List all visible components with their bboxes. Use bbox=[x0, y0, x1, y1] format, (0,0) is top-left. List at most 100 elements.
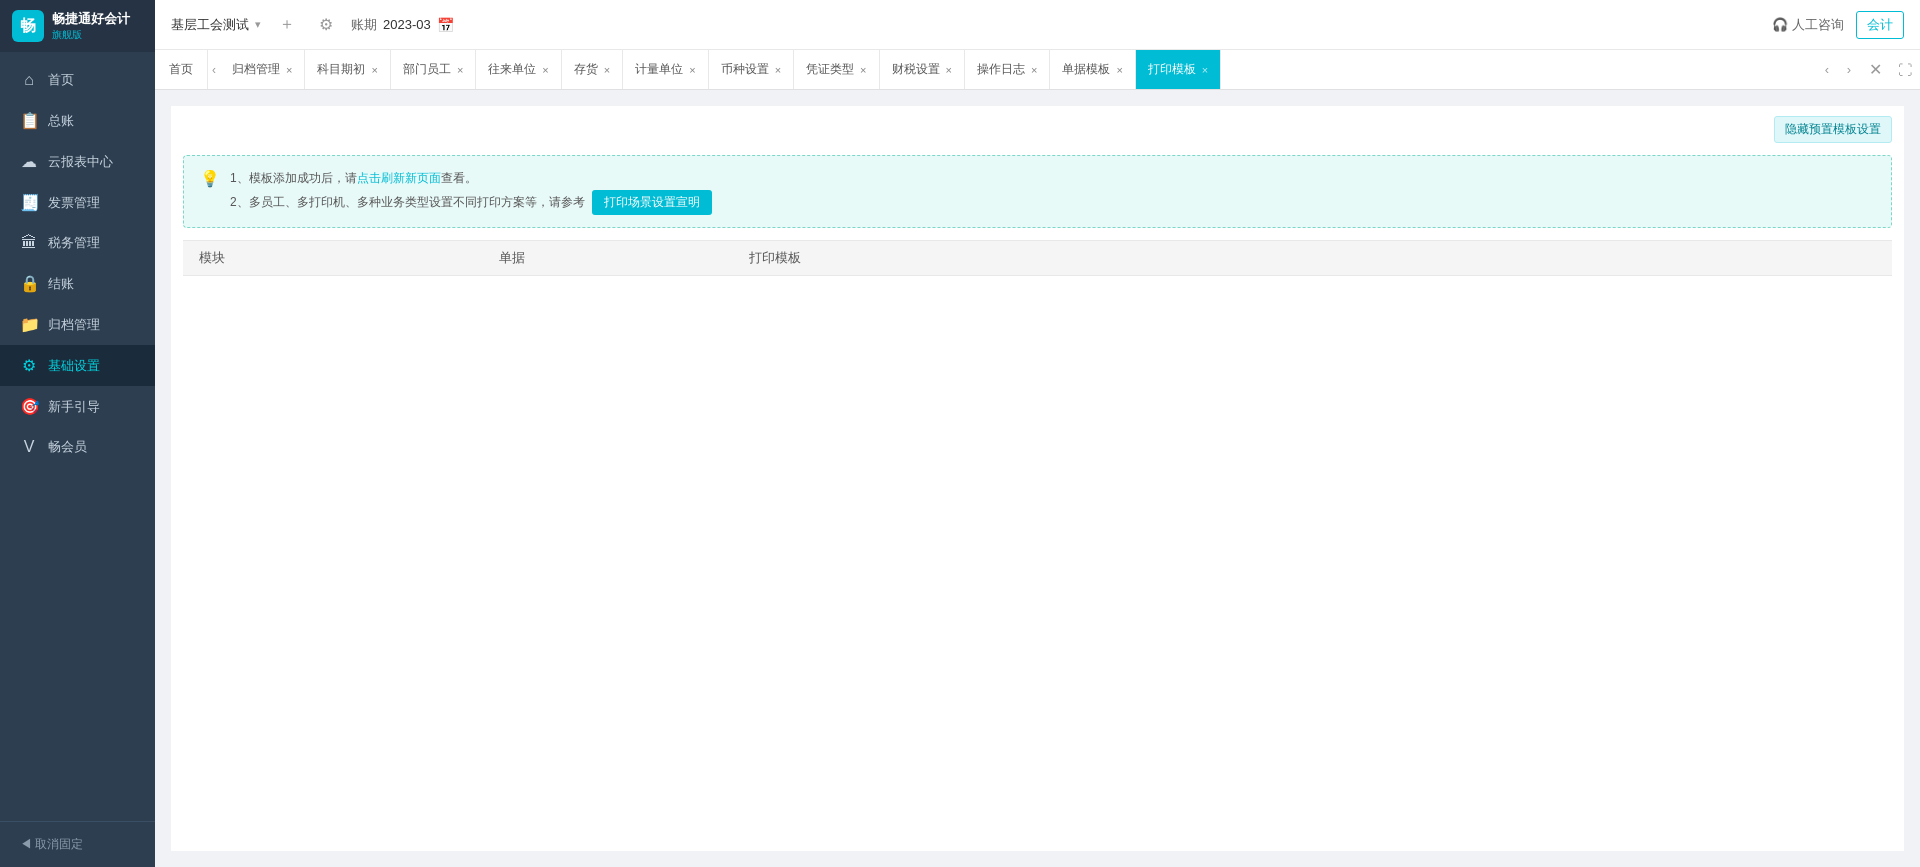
topbar-company[interactable]: 基层工会测试 ▾ bbox=[171, 16, 261, 34]
hide-template-button[interactable]: 隐藏预置模板设置 bbox=[1774, 116, 1892, 143]
sidebar-item-guide[interactable]: 🎯 新手引导 bbox=[0, 386, 155, 427]
tab-label: 科目期初 bbox=[317, 61, 365, 78]
tab-close-icon[interactable]: × bbox=[775, 64, 781, 76]
sidebar-footer-unpin[interactable]: ◀ 取消固定 bbox=[0, 821, 155, 867]
info-box: 💡 1、模板添加成功后，请点击刷新新页面查看。 2、多员工、多打印机、多种业务类… bbox=[183, 155, 1892, 228]
tab-label: 操作日志 bbox=[977, 61, 1025, 78]
tab-操作日志[interactable]: 操作日志 × bbox=[965, 50, 1050, 90]
table-col-document: 单据 bbox=[483, 249, 733, 267]
sidebar-label-member: 畅会员 bbox=[48, 438, 87, 456]
sidebar-item-reports[interactable]: ☁ 云报表中心 bbox=[0, 141, 155, 182]
info-line1-suffix: 查看。 bbox=[441, 171, 477, 185]
sidebar-label-archive: 归档管理 bbox=[48, 316, 100, 334]
calendar-icon[interactable]: 📅 bbox=[437, 17, 454, 33]
sidebar-icon-settings: ⚙ bbox=[20, 356, 38, 375]
tab-close-icon[interactable]: × bbox=[1116, 64, 1122, 76]
logo-icon: 畅 bbox=[12, 10, 44, 42]
info-line-1: 1、模板添加成功后，请点击刷新新页面查看。 bbox=[230, 168, 1875, 190]
tab-close-icon[interactable]: × bbox=[860, 64, 866, 76]
tab-close-icon[interactable]: × bbox=[542, 64, 548, 76]
sidebar-icon-archive: 📁 bbox=[20, 315, 38, 334]
sidebar-icon-invoice: 🧾 bbox=[20, 193, 38, 212]
sidebar: 畅 畅捷通好会计 旗舰版 ⌂ 首页 📋 总账 ☁ 云报表中心 🧾 发票管理 🏛 … bbox=[0, 0, 155, 867]
tab-nav-right[interactable]: › bbox=[1838, 50, 1860, 90]
add-company-icon[interactable]: ＋ bbox=[273, 12, 301, 37]
sidebar-icon-ledger: 📋 bbox=[20, 111, 38, 130]
tab-打印模板[interactable]: 打印模板 × bbox=[1136, 50, 1221, 90]
sidebar-nav: ⌂ 首页 📋 总账 ☁ 云报表中心 🧾 发票管理 🏛 税务管理 🔒 结账 📁 归… bbox=[0, 52, 155, 821]
tab-close-all-icon[interactable]: ✕ bbox=[1860, 50, 1890, 90]
sidebar-label-close: 结账 bbox=[48, 275, 74, 293]
tab-close-icon[interactable]: × bbox=[1202, 64, 1208, 76]
sidebar-label-tax: 税务管理 bbox=[48, 234, 100, 252]
print-scene-button[interactable]: 打印场景设置宣明 bbox=[592, 190, 712, 215]
tab-币种设置[interactable]: 币种设置× bbox=[709, 50, 794, 90]
tab-部门员工[interactable]: 部门员工× bbox=[391, 50, 476, 90]
info-refresh-link[interactable]: 点击刷新新页面 bbox=[357, 171, 441, 185]
hide-template-section: 隐藏预置模板设置 bbox=[171, 106, 1904, 147]
sidebar-item-close[interactable]: 🔒 结账 bbox=[0, 263, 155, 304]
tab-label: 存货 bbox=[574, 61, 598, 78]
sidebar-icon-tax: 🏛 bbox=[20, 234, 38, 252]
support-label: 人工咨询 bbox=[1792, 16, 1844, 34]
sidebar-item-invoice[interactable]: 🧾 发票管理 bbox=[0, 182, 155, 223]
sidebar-icon-home: ⌂ bbox=[20, 71, 38, 89]
sidebar-item-ledger[interactable]: 📋 总账 bbox=[0, 100, 155, 141]
logo-subtitle: 旗舰版 bbox=[52, 28, 130, 42]
bulb-icon: 💡 bbox=[200, 169, 220, 215]
period-label: 账期 bbox=[351, 16, 377, 34]
tab-close-icon[interactable]: × bbox=[689, 64, 695, 76]
tab-存货[interactable]: 存货 × bbox=[562, 50, 623, 90]
tab-label: 归档管理 bbox=[232, 61, 280, 78]
tab-label: 财税设置 bbox=[892, 61, 940, 78]
tab-close-icon[interactable]: × bbox=[286, 64, 292, 76]
sidebar-item-member[interactable]: V 畅会员 bbox=[0, 427, 155, 467]
tab-label: 打印模板 bbox=[1148, 61, 1196, 78]
tab-close-icon[interactable]: × bbox=[604, 64, 610, 76]
topbar-support[interactable]: 🎧 人工咨询 bbox=[1772, 16, 1844, 34]
tab-label: 单据模板 bbox=[1062, 61, 1110, 78]
company-chevron-icon: ▾ bbox=[255, 18, 261, 31]
topbar-period: 账期 2023-03 📅 bbox=[351, 16, 454, 34]
tab-expand-icon[interactable]: ⛶ bbox=[1890, 50, 1920, 90]
tab-label: 计量单位 bbox=[635, 61, 683, 78]
sidebar-item-archive[interactable]: 📁 归档管理 bbox=[0, 304, 155, 345]
table-header: 模块 单据 打印模板 bbox=[183, 240, 1892, 276]
info-line-2: 2、多员工、多打印机、多种业务类型设置不同打印方案等，请参考 打印场景设置宣明 bbox=[230, 190, 1875, 215]
main-area: 基层工会测试 ▾ ＋ ⚙ 账期 2023-03 📅 🎧 人工咨询 会计 首页 ‹… bbox=[155, 0, 1920, 867]
sidebar-label-reports: 云报表中心 bbox=[48, 153, 113, 171]
tab-close-icon[interactable]: × bbox=[946, 64, 952, 76]
tab-breadcrumb-sep: ‹ bbox=[208, 63, 220, 77]
settings-gear-icon[interactable]: ⚙ bbox=[313, 13, 339, 36]
tab-财税设置[interactable]: 财税设置 × bbox=[880, 50, 965, 90]
tab-label: 往来单位 bbox=[488, 61, 536, 78]
sidebar-label-guide: 新手引导 bbox=[48, 398, 100, 416]
sidebar-icon-reports: ☁ bbox=[20, 152, 38, 171]
tab-close-icon[interactable]: × bbox=[371, 64, 377, 76]
headset-icon: 🎧 bbox=[1772, 17, 1788, 32]
sidebar-item-settings[interactable]: ⚙ 基础设置 bbox=[0, 345, 155, 386]
tab-nav-left[interactable]: ‹ bbox=[1816, 50, 1838, 90]
info-line2-prefix: 2、多员工、多打印机、多种业务类型设置不同打印方案等，请参考 bbox=[230, 195, 585, 209]
tab-往来单位[interactable]: 往来单位 × bbox=[476, 50, 561, 90]
table-col-module: 模块 bbox=[183, 249, 483, 267]
period-value: 2023-03 bbox=[383, 17, 431, 32]
tab-close-icon[interactable]: × bbox=[1031, 64, 1037, 76]
info-text-block: 1、模板添加成功后，请点击刷新新页面查看。 2、多员工、多打印机、多种业务类型设… bbox=[230, 168, 1875, 215]
tab-close-icon[interactable]: × bbox=[457, 64, 463, 76]
sidebar-label-home: 首页 bbox=[48, 71, 74, 89]
company-name: 基层工会测试 bbox=[171, 16, 249, 34]
sidebar-item-home[interactable]: ⌂ 首页 bbox=[0, 60, 155, 100]
tab-科目期初[interactable]: 科目期初 × bbox=[305, 50, 390, 90]
table-col-template: 打印模板 bbox=[733, 249, 1892, 267]
sidebar-icon-member: V bbox=[20, 438, 38, 456]
tab-单据模板[interactable]: 单据模板 × bbox=[1050, 50, 1135, 90]
tab-归档管理[interactable]: 归档管理 × bbox=[220, 50, 305, 90]
kuaiji-button[interactable]: 会计 bbox=[1856, 11, 1904, 39]
tab-home[interactable]: 首页 bbox=[155, 50, 208, 90]
tab-凭证类型[interactable]: 凭证类型 × bbox=[794, 50, 879, 90]
logo-text: 畅捷通好会计 旗舰版 bbox=[52, 10, 130, 42]
tab-计量单位[interactable]: 计量单位 × bbox=[623, 50, 708, 90]
sidebar-item-tax[interactable]: 🏛 税务管理 bbox=[0, 223, 155, 263]
tab-label: 凭证类型 bbox=[806, 61, 854, 78]
